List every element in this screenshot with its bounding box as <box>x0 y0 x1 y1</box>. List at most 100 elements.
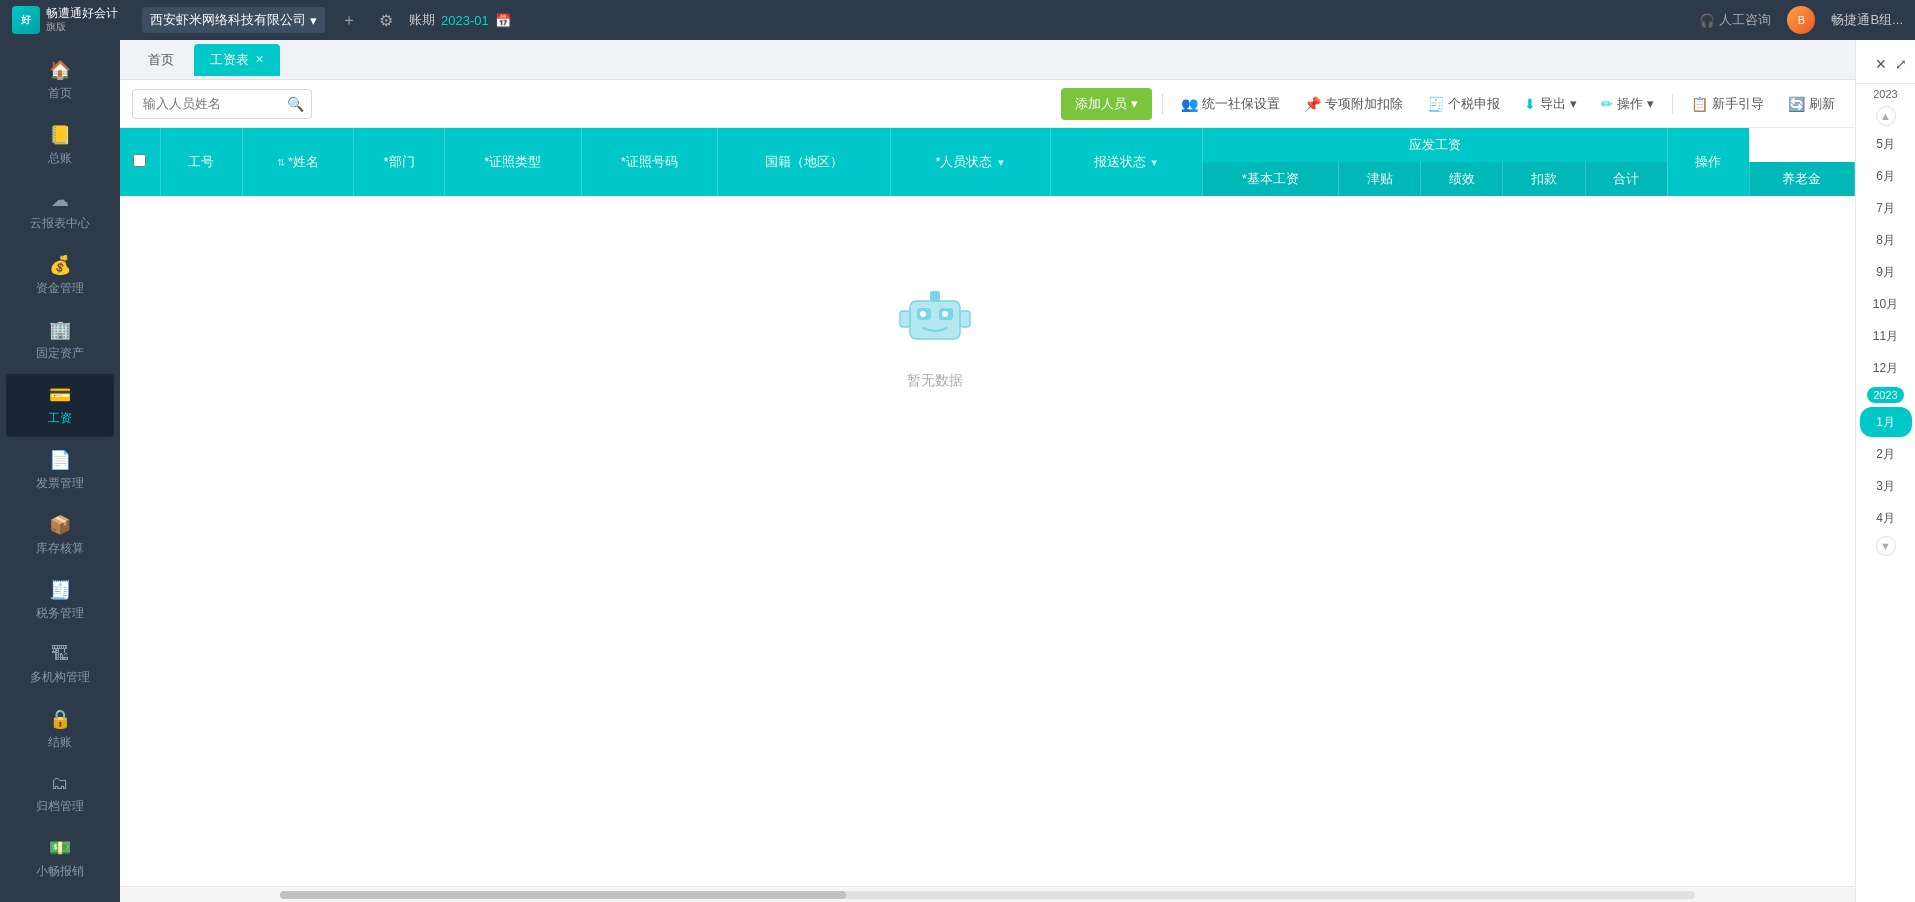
invoice-icon: 📄 <box>49 449 71 471</box>
extra-deduct-label: 专项附加扣除 <box>1325 95 1403 113</box>
sidebar-item-fund[interactable]: 💰 资金管理 <box>6 244 114 307</box>
th-payroll-group: 应发工资 <box>1202 128 1667 162</box>
sidebar-label-close: 结账 <box>48 734 72 751</box>
select-all-checkbox[interactable] <box>133 154 146 167</box>
month-item-1[interactable]: 1月 <box>1860 407 1912 437</box>
home-icon: 🏠 <box>49 59 71 81</box>
sidebar-item-ledger[interactable]: 📒 总账 <box>6 114 114 177</box>
th-action: 操作 <box>1667 128 1749 196</box>
tab-home-label: 首页 <box>148 51 174 69</box>
th-name: ⇅ *姓名 <box>242 128 353 196</box>
export-label: 导出 <box>1540 95 1566 113</box>
table-wrap: 工号 ⇅ *姓名 *部门 *证照类型 *证照号码 国籍（地区） *人员状态 ▼ … <box>120 128 1855 886</box>
close-period-icon: 🔒 <box>49 708 71 730</box>
export-icon: ⬇ <box>1524 96 1536 112</box>
social-security-icon: 👥 <box>1181 96 1198 112</box>
sidebar-item-payroll[interactable]: 💳 工资 <box>6 374 114 437</box>
month-item-3[interactable]: 3月 <box>1860 471 1912 501</box>
sidebar-item-home[interactable]: 🏠 首页 <box>6 49 114 112</box>
guide-button[interactable]: 📋 新手引导 <box>1683 91 1772 117</box>
search-wrap: 🔍 <box>132 89 312 119</box>
tax-declare-button[interactable]: 🧾 个税申报 <box>1419 91 1508 117</box>
multi-icon: 🏗 <box>51 644 69 665</box>
inventory-icon: 📦 <box>49 514 71 536</box>
month-item-5[interactable]: 5月 <box>1860 129 1912 159</box>
sidebar-item-close[interactable]: 🔒 结账 <box>6 698 114 761</box>
svg-point-4 <box>942 311 948 317</box>
search-input[interactable] <box>132 89 312 119</box>
th-allowance: 津贴 <box>1339 162 1421 196</box>
tab-home[interactable]: 首页 <box>132 44 190 76</box>
payroll-icon: 💳 <box>49 384 71 406</box>
month-item-6[interactable]: 6月 <box>1860 161 1912 191</box>
customer-service-button[interactable]: 🎧 人工咨询 <box>1699 11 1771 29</box>
sidebar-label-expense: 小畅报销 <box>36 863 84 880</box>
month-item-7[interactable]: 7月 <box>1860 193 1912 223</box>
refresh-button[interactable]: 🔄 刷新 <box>1780 91 1843 117</box>
month-item-9[interactable]: 9月 <box>1860 257 1912 287</box>
logo-icon: 好 <box>12 6 40 34</box>
search-icon: 🔍 <box>287 96 304 112</box>
svg-rect-8 <box>960 311 970 327</box>
extra-deduct-icon: 📌 <box>1304 96 1321 112</box>
year-badge: 2023 <box>1867 387 1903 403</box>
month-item-10[interactable]: 10月 <box>1860 289 1912 319</box>
status-filter-icon[interactable]: ▼ <box>996 157 1006 168</box>
sidebar-label-report: 云报表中心 <box>30 215 90 232</box>
sidebar-item-asset[interactable]: 🏢 固定资产 <box>6 309 114 372</box>
sidebar-item-archive[interactable]: 🗂 归档管理 <box>6 763 114 825</box>
month-item-11[interactable]: 11月 <box>1860 321 1912 351</box>
period-label: 账期 <box>409 11 435 29</box>
month-item-4[interactable]: 4月 <box>1860 503 1912 533</box>
settings-icon[interactable]: ⚙ <box>373 9 399 32</box>
user-avatar[interactable]: B <box>1787 6 1815 34</box>
extra-deduct-button[interactable]: 📌 专项附加扣除 <box>1296 91 1411 117</box>
sidebar-item-expense[interactable]: 💵 小畅报销 <box>6 827 114 890</box>
period-value: 2023-01 <box>441 13 489 28</box>
calendar-icon[interactable]: 📅 <box>495 13 511 28</box>
operations-button[interactable]: ✏ 操作 ▾ <box>1593 91 1662 117</box>
tab-payroll-label: 工资表 <box>210 51 249 69</box>
expand-panel-button[interactable]: ⤢ <box>1893 54 1909 74</box>
chevron-down-icon: ▾ <box>310 13 317 28</box>
add-company-button[interactable]: ＋ <box>335 8 363 33</box>
sidebar-item-report[interactable]: ☁ 云报表中心 <box>6 179 114 242</box>
sidebar-label-asset: 固定资产 <box>36 345 84 362</box>
close-panel-button[interactable]: ✕ <box>1873 54 1889 74</box>
sidebar-item-inventory[interactable]: 📦 库存核算 <box>6 504 114 567</box>
sidebar-item-multi[interactable]: 🏗 多机构管理 <box>6 634 114 696</box>
guide-label: 新手引导 <box>1712 95 1764 113</box>
horizontal-scrollbar[interactable] <box>280 891 1695 899</box>
ledger-icon: 📒 <box>49 124 71 146</box>
tab-payroll-table[interactable]: 工资表 ✕ <box>194 44 280 76</box>
empty-state-cell: 暂无数据 <box>120 196 1749 470</box>
operations-label: 操作 <box>1617 95 1643 113</box>
sidebar-label-multi: 多机构管理 <box>30 669 90 686</box>
month-item-8[interactable]: 8月 <box>1860 225 1912 255</box>
scrollbar-thumb[interactable] <box>280 891 846 899</box>
payroll-table: 工号 ⇅ *姓名 *部门 *证照类型 *证照号码 国籍（地区） *人员状态 ▼ … <box>120 128 1855 470</box>
sidebar-item-invoice[interactable]: 📄 发票管理 <box>6 439 114 502</box>
social-security-button[interactable]: 👥 统一社保设置 <box>1173 91 1288 117</box>
export-button[interactable]: ⬇ 导出 ▾ <box>1516 91 1585 117</box>
logo-subtitle: 旗版 <box>46 20 118 34</box>
sidebar-item-tax[interactable]: 🧾 税务管理 <box>6 569 114 632</box>
month-item-12[interactable]: 12月 <box>1860 353 1912 383</box>
sidebar-label-ledger: 总账 <box>48 150 72 167</box>
add-person-button[interactable]: 添加人员 ▾ <box>1061 88 1152 120</box>
tab-bar: 首页 工资表 ✕ <box>120 40 1855 80</box>
month-item-2[interactable]: 2月 <box>1860 439 1912 469</box>
tab-close-icon[interactable]: ✕ <box>255 53 264 66</box>
next-year-button[interactable]: ▼ <box>1876 536 1896 556</box>
empty-state: 暂无数据 <box>120 196 1749 470</box>
th-total: 合计 <box>1585 162 1667 196</box>
report-filter-icon[interactable]: ▼ <box>1149 157 1159 168</box>
headphone-icon: 🎧 <box>1699 13 1715 28</box>
sidebar-item-basic[interactable]: ⚙ 基础设置 <box>6 892 114 902</box>
svg-rect-7 <box>900 311 910 327</box>
prev-year-button[interactable]: ▲ <box>1876 106 1896 126</box>
th-performance: 绩效 <box>1421 162 1503 196</box>
company-selector[interactable]: 西安虾米网络科技有限公司 ▾ <box>142 7 325 33</box>
sort-name-icon[interactable]: ⇅ <box>277 157 285 168</box>
th-deduction: 扣款 <box>1503 162 1585 196</box>
